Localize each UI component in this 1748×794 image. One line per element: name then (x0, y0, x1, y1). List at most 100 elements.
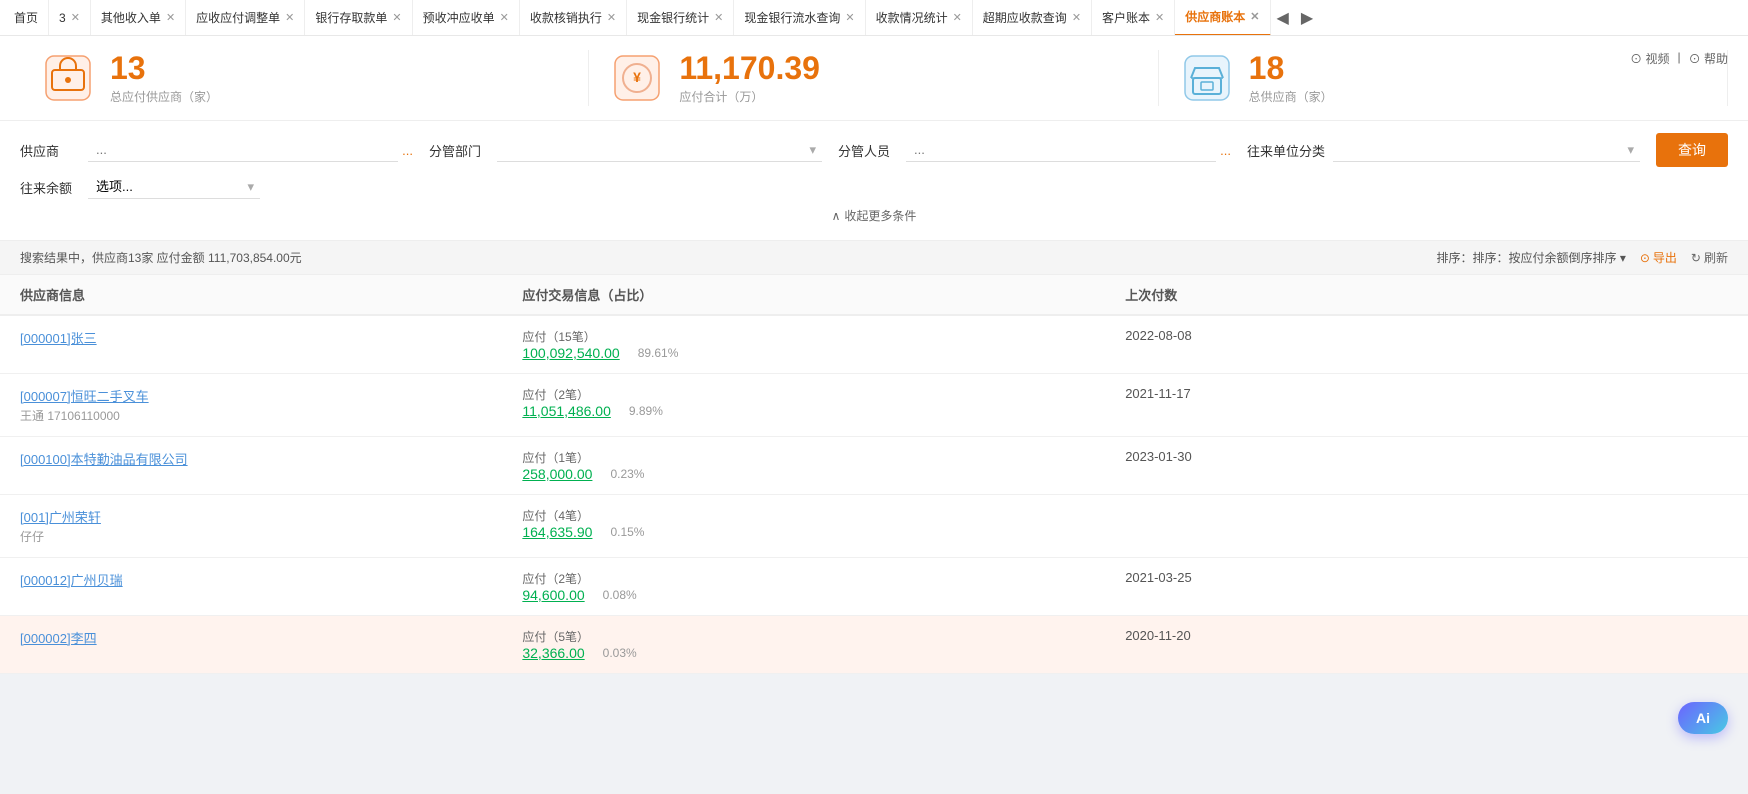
balance-select[interactable]: 选项... (88, 175, 260, 198)
last-pay-date-5: 2021-03-25 (1125, 570, 1192, 585)
table-row[interactable]: [000001]张三 应付（15笔） 100,092,540.00 89.61%… (0, 316, 1748, 374)
balance-select-wrapper: 选项... ▾ (88, 175, 260, 199)
close-icon[interactable]: ✕ (1250, 10, 1259, 23)
tx-pct-3: 0.23% (610, 467, 644, 481)
close-icon[interactable]: ✕ (71, 11, 80, 24)
close-icon[interactable]: ✕ (285, 11, 294, 24)
close-icon[interactable]: ✕ (392, 11, 401, 24)
supplier-col-2: [000007]恒旺二手叉车 王通 17106110000 (20, 386, 522, 424)
category-filter-label: 往来单位分类 (1247, 141, 1325, 160)
total-suppliers-label: 总供应商（家） (1249, 88, 1333, 105)
total-payable-suppliers-value: 13 (110, 52, 218, 84)
tx-amount-6[interactable]: 32,366.00 (522, 645, 584, 661)
close-icon[interactable]: ✕ (714, 11, 723, 24)
supplier-filter-label: 供应商 (20, 141, 80, 160)
nav-tab-overdue-label: 超期应收款查询 (983, 9, 1067, 26)
ai-button[interactable]: Ai (1678, 702, 1728, 734)
nav-tab-cash-stats[interactable]: 现金银行统计 ✕ (627, 0, 734, 36)
nav-tab-home-label: 首页 (14, 9, 38, 26)
tx-pct-1: 89.61% (638, 346, 679, 360)
collapse-btn[interactable]: ∧ 收起更多条件 (20, 207, 1728, 224)
person-ellipsis-btn[interactable]: ... (1220, 143, 1231, 158)
supplier-link-1[interactable]: [000001]张三 (20, 328, 522, 347)
tx-amount-2[interactable]: 11,051,486.00 (522, 403, 611, 419)
last-pay-date-1: 2022-08-08 (1125, 328, 1192, 343)
sort-chevron-icon[interactable]: ▾ (1620, 251, 1626, 265)
last-pay-col-3: 2023-01-30 (1125, 449, 1527, 464)
filter-dept: 分管部门 ▾ (429, 138, 822, 162)
help-link[interactable]: ⊙ 帮助 (1689, 50, 1728, 67)
nav-tab-bank[interactable]: 银行存取款单 ✕ (305, 0, 412, 36)
nav-tab-overdue[interactable]: 超期应收款查询 ✕ (973, 0, 1092, 36)
nav-tab-3[interactable]: 3 ✕ (49, 0, 91, 36)
supplier-link-4[interactable]: [001]广州荣轩 (20, 507, 522, 526)
transaction-col-4: 应付（4笔） 164,635.90 0.15% (522, 507, 1125, 540)
last-pay-col-2: 2021-11-17 (1125, 386, 1527, 401)
tx-pct-5: 0.08% (603, 588, 637, 602)
last-pay-col-1: 2022-08-08 (1125, 328, 1527, 343)
nav-tab-receipt-stats[interactable]: 收款情况统计 ✕ (866, 0, 973, 36)
last-pay-col-6: 2020-11-20 (1125, 628, 1527, 643)
last-pay-date-6: 2020-11-20 (1125, 628, 1191, 643)
close-icon[interactable]: ✕ (1072, 11, 1081, 24)
supplier-col-4: [001]广州荣轩 仔仔 (20, 507, 522, 545)
close-icon[interactable]: ✕ (607, 11, 616, 24)
supplier-ellipsis-btn[interactable]: ... (402, 143, 413, 158)
nav-tab-customer-account[interactable]: 客户账本 ✕ (1092, 0, 1175, 36)
transaction-col-1: 应付（15笔） 100,092,540.00 89.61% (522, 328, 1125, 361)
dept-select[interactable] (497, 138, 822, 161)
summary-text-2: 11,170.39 应付合计（万） (679, 52, 820, 105)
table-header: 供应商信息 应付交易信息（占比） 上次付数 (0, 275, 1748, 316)
video-link[interactable]: ⊙ 视频 (1630, 50, 1669, 67)
nav-tab-cash-flow[interactable]: 现金银行流水查询 ✕ (734, 0, 865, 36)
tx-label-1: 应付（15笔） (522, 328, 1125, 345)
table-row[interactable]: [001]广州荣轩 仔仔 应付（4笔） 164,635.90 0.15% (0, 495, 1748, 558)
close-icon[interactable]: ✕ (166, 11, 175, 24)
nav-tab-prepay[interactable]: 预收冲应收单 ✕ (413, 0, 520, 36)
result-bar: 搜索结果中，供应商13家 应付金额 111,703,854.00元 排序：排序：… (0, 241, 1748, 275)
table-row[interactable]: [000100]本特勤油品有限公司 应付（1笔） 258,000.00 0.23… (0, 437, 1748, 495)
collapse-btn-label: 收起更多条件 (844, 207, 916, 224)
close-icon[interactable]: ✕ (1155, 11, 1164, 24)
query-button[interactable]: 查询 (1656, 133, 1728, 167)
tx-amount-1[interactable]: 100,092,540.00 (522, 345, 619, 361)
last-pay-date-2: 2021-11-17 (1125, 386, 1191, 401)
close-icon[interactable]: ✕ (953, 11, 962, 24)
nav-prev-arrow[interactable]: ◀ (1271, 8, 1295, 28)
tx-amount-3[interactable]: 258,000.00 (522, 466, 592, 482)
supplier-link-3[interactable]: [000100]本特勤油品有限公司 (20, 449, 522, 468)
separator: | (1678, 50, 1681, 67)
supplier-sub-2: 王通 17106110000 (20, 407, 522, 424)
tx-amount-5[interactable]: 94,600.00 (522, 587, 584, 603)
close-icon[interactable]: ✕ (845, 11, 854, 24)
supplier-link-2[interactable]: [000007]恒旺二手叉车 (20, 386, 522, 405)
nav-tab-adjust[interactable]: 应收应付调整单 ✕ (186, 0, 305, 36)
supplier-link-5[interactable]: [000012]广州贝瑞 (20, 570, 522, 589)
export-icon: ⊙ (1640, 251, 1650, 265)
right-actions: 排序：排序：按应付余额倒序排序 ▾ ⊙ 导出 ↻ 刷新 (1436, 249, 1728, 266)
person-filter-input[interactable] (906, 138, 1216, 162)
export-label: 导出 (1653, 249, 1677, 266)
tx-amount-4[interactable]: 164,635.90 (522, 524, 592, 540)
close-icon[interactable]: ✕ (500, 11, 509, 24)
table-row[interactable]: [000012]广州贝瑞 应付（2笔） 94,600.00 0.08% 2021… (0, 558, 1748, 616)
table-row[interactable]: [000002]李四 应付（5笔） 32,366.00 0.03% 2020-1… (0, 616, 1748, 674)
refresh-btn[interactable]: ↻ 刷新 (1691, 249, 1728, 266)
category-select[interactable] (1333, 138, 1640, 161)
nav-tab-collection[interactable]: 收款核销执行 ✕ (520, 0, 627, 36)
chevron-up-icon: ∧ (832, 209, 841, 223)
nav-tab-supplier-account[interactable]: 供应商账本 ✕ (1175, 0, 1270, 36)
nav-tab-bank-label: 银行存取款单 (315, 9, 387, 26)
nav-tab-3-label: 3 (59, 11, 66, 25)
tx-label-5: 应付（2笔） (522, 570, 1125, 587)
top-nav: 首页 3 ✕ 其他收入单 ✕ 应收应付调整单 ✕ 银行存取款单 ✕ 预收冲应收单… (0, 0, 1748, 36)
nav-tab-other-income[interactable]: 其他收入单 ✕ (91, 0, 186, 36)
export-btn[interactable]: ⊙ 导出 (1640, 249, 1677, 266)
supplier-filter-input[interactable] (88, 138, 398, 162)
nav-tab-home[interactable]: 首页 (4, 0, 49, 36)
filter-row-2: 往来余额 选项... ▾ (20, 175, 1728, 199)
table-row[interactable]: [000007]恒旺二手叉车 王通 17106110000 应付（2笔） 11,… (0, 374, 1748, 437)
dept-filter-label: 分管部门 (429, 141, 489, 160)
nav-next-arrow[interactable]: ▶ (1295, 8, 1319, 28)
supplier-link-6[interactable]: [000002]李四 (20, 628, 522, 647)
